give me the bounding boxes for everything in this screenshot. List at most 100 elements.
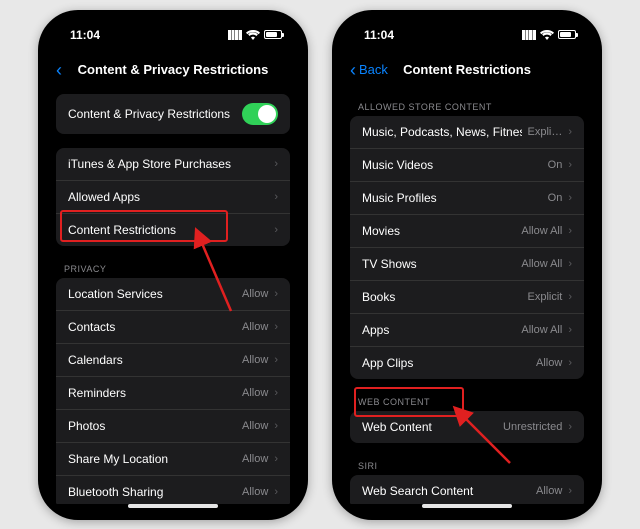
music-podcasts-row[interactable]: Music, Podcasts, News, Fitness Expli… ›	[350, 116, 584, 149]
cell-label: Web Content	[362, 420, 432, 434]
cell-value: Allow	[242, 453, 268, 465]
cell-label: Contacts	[68, 320, 115, 334]
allowed-apps-row[interactable]: Allowed Apps ›	[56, 181, 290, 214]
chevron-right-icon: ›	[568, 258, 572, 270]
content-privacy-toggle-row[interactable]: Content & Privacy Restrictions	[56, 94, 290, 134]
chevron-right-icon: ›	[274, 354, 278, 366]
web-content-row[interactable]: Web Content Unrestricted›	[350, 411, 584, 443]
books-row[interactable]: Books Explicit›	[350, 281, 584, 314]
chevron-right-icon: ›	[568, 192, 572, 204]
status-icons	[228, 30, 282, 40]
cell-value: Allow	[536, 357, 562, 369]
siri-group: Web Search Content Allow› Explicit Langu…	[350, 475, 584, 504]
content[interactable]: ALLOWED STORE CONTENT Music, Podcasts, N…	[340, 88, 594, 504]
cell-value: Allow	[242, 387, 268, 399]
cell-label: Reminders	[68, 386, 126, 400]
nav-bar: ‹ Content & Privacy Restrictions	[46, 52, 300, 88]
wifi-icon	[540, 30, 554, 40]
cell-label: Share My Location	[68, 452, 168, 466]
main-group: iTunes & App Store Purchases › Allowed A…	[56, 148, 290, 246]
cell-label: Music Videos	[362, 158, 433, 172]
store-group: Music, Podcasts, News, Fitness Expli… › M…	[350, 116, 584, 379]
wifi-icon	[246, 30, 260, 40]
tv-shows-row[interactable]: TV Shows Allow All ›	[350, 248, 584, 281]
reminders-row[interactable]: Reminders Allow›	[56, 377, 290, 410]
phone-right: 11:04 ‹ Back Content Restrictions ALLOWE…	[332, 10, 602, 520]
cell-label: Calendars	[68, 353, 123, 367]
app-clips-row[interactable]: App Clips Allow›	[350, 347, 584, 379]
home-indicator[interactable]	[128, 504, 218, 508]
chevron-left-icon: ‹	[350, 61, 356, 79]
cell-label: Music, Podcasts, News, Fitness	[362, 125, 522, 139]
cell-label: Content Restrictions	[68, 223, 176, 237]
page-title: Content & Privacy Restrictions	[56, 62, 290, 77]
apps-row[interactable]: Apps Allow All›	[350, 314, 584, 347]
chevron-right-icon: ›	[274, 158, 278, 170]
chevron-right-icon: ›	[274, 191, 278, 203]
web-header: WEB CONTENT	[340, 389, 594, 411]
share-location-row[interactable]: Share My Location Allow ›	[56, 443, 290, 476]
chevron-right-icon: ›	[274, 224, 278, 236]
cell-value: Allow	[242, 486, 268, 498]
photos-row[interactable]: Photos Allow›	[56, 410, 290, 443]
web-search-content-row[interactable]: Web Search Content Allow ›	[350, 475, 584, 504]
battery-icon	[558, 30, 576, 39]
cell-label: App Clips	[362, 356, 413, 370]
siri-header: SIRI	[340, 453, 594, 475]
phone-left: 11:04 ‹ Content & Privacy Restrictions C…	[38, 10, 308, 520]
store-header: ALLOWED STORE CONTENT	[340, 94, 594, 116]
cell-label: Bluetooth Sharing	[68, 485, 163, 499]
content-restrictions-row[interactable]: Content Restrictions ›	[56, 214, 290, 246]
bluetooth-sharing-row[interactable]: Bluetooth Sharing Allow›	[56, 476, 290, 504]
chevron-right-icon: ›	[568, 485, 572, 497]
screen-right: 11:04 ‹ Back Content Restrictions ALLOWE…	[340, 18, 594, 512]
back-button[interactable]: ‹	[56, 61, 62, 79]
music-profiles-row[interactable]: Music Profiles On ›	[350, 182, 584, 215]
itunes-purchases-row[interactable]: iTunes & App Store Purchases ›	[56, 148, 290, 181]
privacy-group: Location Services Allow› Contacts Allow›…	[56, 278, 290, 504]
cell-value: Allow All	[521, 324, 562, 336]
signal-icon	[228, 30, 242, 40]
movies-row[interactable]: Movies Allow All ›	[350, 215, 584, 248]
chevron-right-icon: ›	[568, 225, 572, 237]
chevron-right-icon: ›	[274, 453, 278, 465]
chevron-right-icon: ›	[568, 421, 572, 433]
music-videos-row[interactable]: Music Videos On ›	[350, 149, 584, 182]
notch	[123, 10, 223, 32]
chevron-right-icon: ›	[274, 420, 278, 432]
cell-label: Web Search Content	[362, 484, 473, 498]
cell-label: Photos	[68, 419, 105, 433]
cell-label: Music Profiles	[362, 191, 437, 205]
chevron-right-icon: ›	[568, 324, 572, 336]
location-services-row[interactable]: Location Services Allow›	[56, 278, 290, 311]
chevron-right-icon: ›	[568, 291, 572, 303]
chevron-right-icon: ›	[274, 321, 278, 333]
privacy-header: PRIVACY	[46, 256, 300, 278]
chevron-right-icon: ›	[568, 159, 572, 171]
cell-label: Allowed Apps	[68, 190, 140, 204]
cell-label: TV Shows	[362, 257, 417, 271]
cell-value: Allow All	[521, 225, 562, 237]
cell-value: On	[548, 192, 563, 204]
back-label: Back	[359, 62, 388, 77]
status-time: 11:04	[70, 28, 100, 42]
notch	[417, 10, 517, 32]
cell-value: Allow All	[521, 258, 562, 270]
back-button[interactable]: ‹ Back	[350, 61, 388, 79]
toggle-switch[interactable]	[242, 103, 278, 125]
cell-label: Books	[362, 290, 395, 304]
content[interactable]: Content & Privacy Restrictions iTunes & …	[46, 88, 300, 504]
web-group: Web Content Unrestricted›	[350, 411, 584, 443]
status-time: 11:04	[364, 28, 394, 42]
cell-label: Content & Privacy Restrictions	[68, 107, 230, 121]
cell-value: Allow	[242, 354, 268, 366]
cell-label: Movies	[362, 224, 400, 238]
home-indicator[interactable]	[422, 504, 512, 508]
calendars-row[interactable]: Calendars Allow ›	[56, 344, 290, 377]
cell-value: Allow	[536, 485, 562, 497]
cell-value: Expli…	[527, 126, 562, 138]
cell-value: On	[548, 159, 563, 171]
contacts-row[interactable]: Contacts Allow›	[56, 311, 290, 344]
status-icons	[522, 30, 576, 40]
chevron-right-icon: ›	[568, 126, 572, 138]
